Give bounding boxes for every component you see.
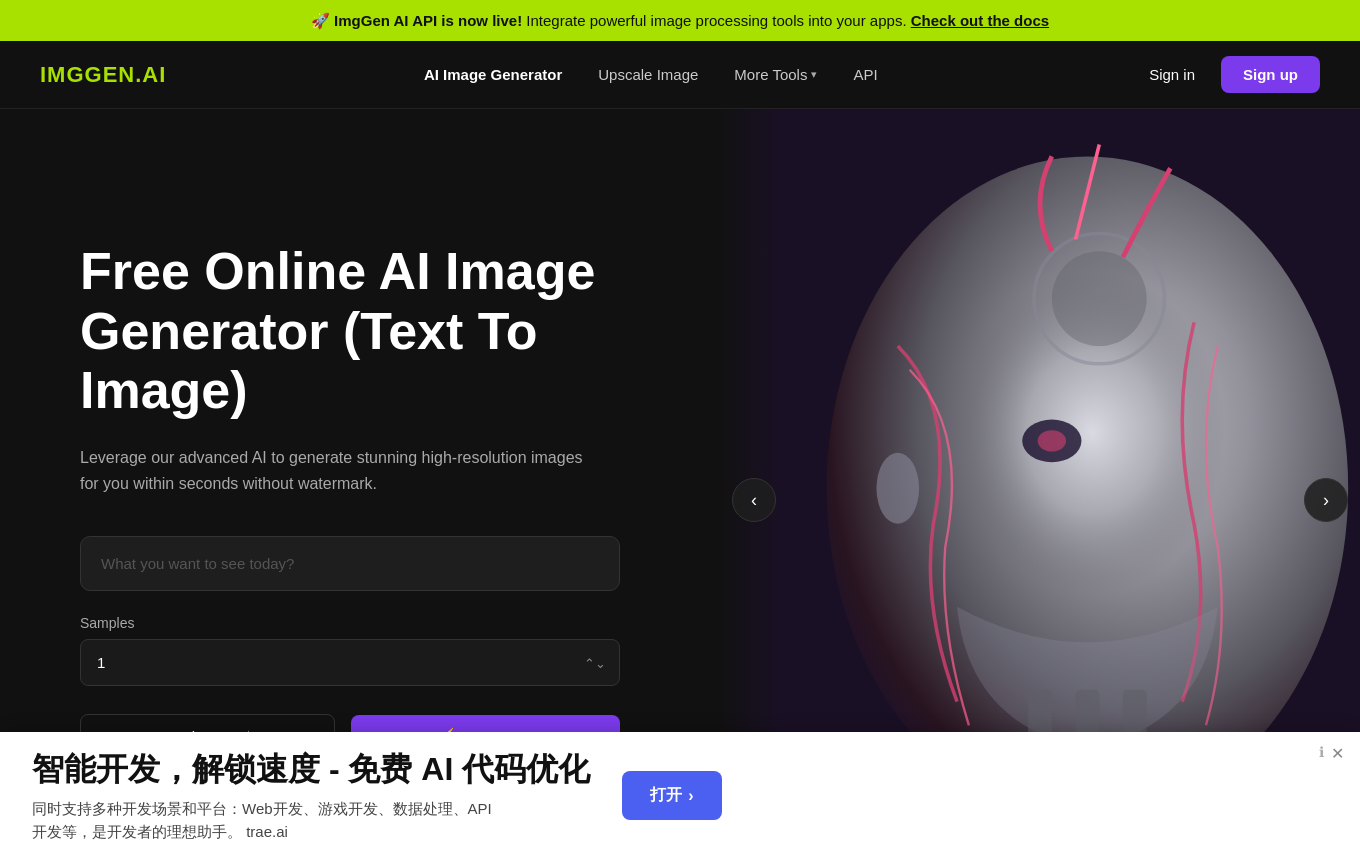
navbar: IMGGEN.AI AI Image Generator Upscale Ima… [0,41,1360,109]
ad-cta-arrow-icon: › [688,787,693,805]
announcement-rocket: 🚀 [311,12,330,29]
chevron-down-icon: ▾ [811,68,817,81]
svg-point-4 [1052,251,1147,346]
signup-button[interactable]: Sign up [1221,56,1320,93]
announcement-cta[interactable]: Check out the docs [911,12,1049,29]
samples-select[interactable]: 1 2 3 4 [80,639,620,686]
announcement-text: Integrate powerful image processing tool… [526,12,906,29]
logo-ai: AI [142,62,166,87]
ad-cta-button[interactable]: 打开 › [622,771,721,820]
nav-ai-image-generator[interactable]: AI Image Generator [410,58,576,91]
auth-actions: Sign in Sign up [1135,56,1320,93]
nav-upscale-image[interactable]: Upscale Image [584,58,712,91]
chevron-left-icon: ‹ [751,490,757,511]
logo[interactable]: IMGGEN.AI [40,62,166,88]
ad-banner-content: 智能开发，解锁速度 - 免费 AI 代码优化 同时支持多种开发场景和平台：Web… [32,748,590,843]
nav-more-tools-label: More Tools [734,66,807,83]
ad-banner: ℹ ✕ 智能开发，解锁速度 - 免费 AI 代码优化 同时支持多种开发场景和平台… [0,732,1360,859]
carousel-prev-button[interactable]: ‹ [732,478,776,522]
signin-button[interactable]: Sign in [1135,58,1209,91]
chevron-right-icon: › [1323,490,1329,511]
ad-cta-label: 打开 [650,785,682,806]
announcement-bold: ImgGen AI API is now live! [334,12,522,29]
nav-more-tools[interactable]: More Tools ▾ [720,58,831,91]
svg-point-6 [1038,430,1066,451]
ad-close-button[interactable]: ✕ [1331,744,1344,763]
announcement-banner: 🚀 ImgGen AI API is now live! Integrate p… [0,0,1360,41]
samples-select-wrapper: 1 2 3 4 ⌃⌄ [80,639,620,686]
carousel-next-button[interactable]: › [1304,478,1348,522]
ad-banner-sub-text: 同时支持多种开发场景和平台：Web开发、游戏开发、数据处理、API开发等，是开发… [32,798,492,843]
logo-text: IMGGEN [40,62,135,87]
nav-links: AI Image Generator Upscale Image More To… [410,58,892,91]
hero-title: Free Online AI Image Generator (Text To … [80,242,660,421]
svg-point-7 [876,453,919,524]
ad-info-button[interactable]: ℹ [1319,744,1324,760]
ad-banner-main-text: 智能开发，解锁速度 - 免费 AI 代码优化 [32,748,590,792]
hero-subtitle: Leverage our advanced AI to generate stu… [80,445,600,496]
samples-label: Samples [80,615,660,631]
prompt-input[interactable] [80,536,620,591]
nav-api[interactable]: API [839,58,891,91]
